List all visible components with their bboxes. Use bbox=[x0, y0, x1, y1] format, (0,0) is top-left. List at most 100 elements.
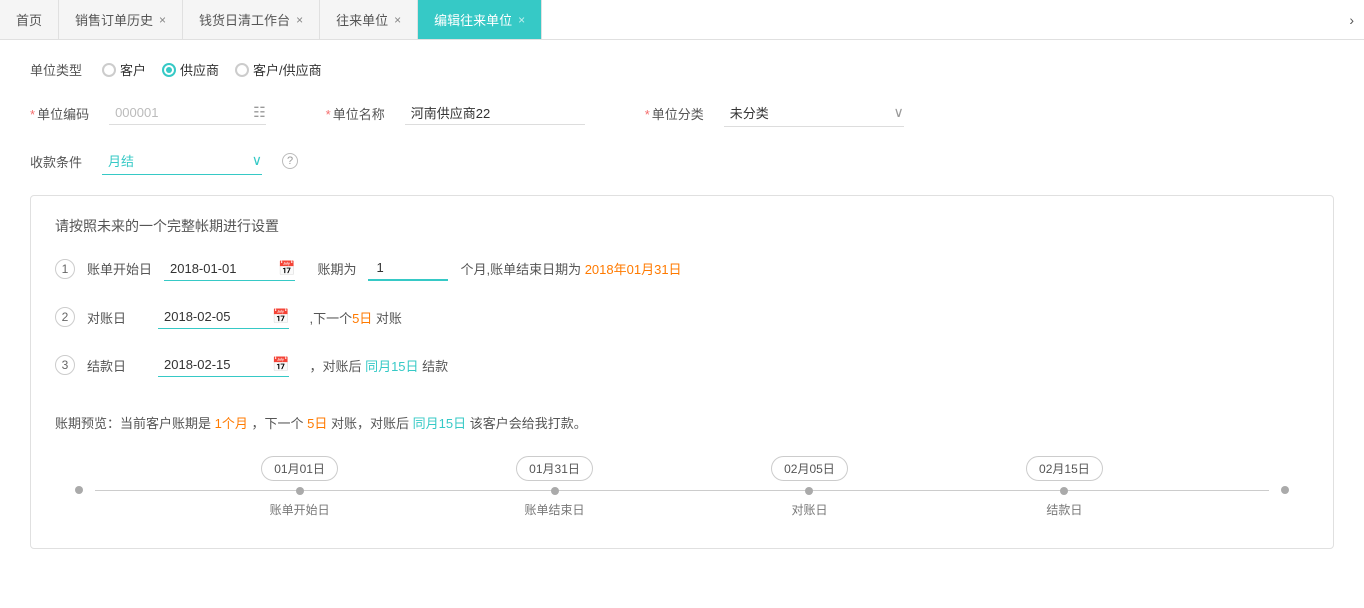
unit-code-copy-icon[interactable]: ☷ bbox=[253, 104, 266, 121]
radio-supplier[interactable]: 供应商 bbox=[162, 60, 219, 79]
payment-condition-value: 月结 bbox=[102, 147, 248, 174]
timeline-point-1: 01月01日 账单开始日 bbox=[261, 456, 338, 518]
step-3-row: 3 结款日 📅 ，对账后 同月15日 结款 bbox=[55, 353, 1309, 377]
unit-type-row: 单位类型 客户 供应商 客户/供应商 bbox=[30, 60, 1334, 79]
preview-highlight3: 同月15日 bbox=[413, 416, 466, 431]
step-2-row: 2 对账日 📅 ,下一个5日 对账 bbox=[55, 305, 1309, 329]
tab-edit-partner-close[interactable]: × bbox=[518, 13, 525, 27]
radio-customer[interactable]: 客户 bbox=[102, 60, 146, 79]
timeline-start-dot bbox=[75, 456, 83, 494]
tab-cash-work-label: 钱货日清工作台 bbox=[199, 10, 290, 29]
tab-sales-history-label: 销售订单历史 bbox=[75, 10, 153, 29]
step-3-calendar-icon[interactable]: 📅 bbox=[272, 356, 289, 373]
step-1-calendar-icon[interactable]: 📅 bbox=[278, 260, 295, 277]
unit-type-label: 单位类型 bbox=[30, 60, 82, 79]
preview-highlight2: 5日 bbox=[307, 416, 327, 431]
timeline-label-4: 结款日 bbox=[1046, 501, 1082, 518]
payment-condition-select[interactable]: 月结 ∨ bbox=[102, 147, 262, 175]
step-3-number: 3 bbox=[55, 355, 75, 375]
unit-code-field: ☷ bbox=[109, 101, 266, 125]
step-2-calendar-icon[interactable]: 📅 bbox=[272, 308, 289, 325]
preview-mid1: ，下一个 bbox=[251, 416, 303, 431]
radio-customer-supplier-label: 客户/供应商 bbox=[253, 60, 322, 79]
step-1-date-field: 📅 bbox=[164, 257, 295, 281]
tab-sales-history[interactable]: 销售订单历史 × bbox=[59, 0, 183, 39]
unit-category-value: 未分类 bbox=[724, 99, 890, 126]
step-2-label: 对账日 bbox=[87, 308, 126, 327]
timeline-start-circle bbox=[75, 486, 83, 494]
tab-partner-unit-label: 往来单位 bbox=[336, 10, 388, 29]
step-2-date-input[interactable] bbox=[158, 305, 268, 328]
tab-edit-partner[interactable]: 编辑往来单位 × bbox=[418, 0, 542, 39]
unit-name-required-star: * bbox=[326, 107, 331, 122]
step-1-desc: 个月,账单结束日期为 2018年01月31日 bbox=[460, 259, 681, 278]
payment-help-icon[interactable]: ? bbox=[282, 153, 298, 169]
step-1-label: 账单开始日 bbox=[87, 259, 152, 278]
timeline-points: 01月01日 账单开始日 01月31日 账单结束日 02月05日 对账日 bbox=[75, 456, 1289, 518]
timeline-end-circle bbox=[1281, 486, 1289, 494]
tab-partner-unit-close[interactable]: × bbox=[394, 13, 401, 27]
preview-highlight1: 1个月 bbox=[215, 416, 248, 431]
payment-condition-label: 收款条件 bbox=[30, 152, 82, 171]
step-1-period-label: 账期为 bbox=[317, 259, 356, 278]
timeline-node-3 bbox=[805, 487, 813, 495]
unit-category-label: *单位分类 bbox=[645, 104, 704, 123]
timeline-label-3: 对账日 bbox=[791, 501, 827, 518]
unit-category-arrow-icon[interactable]: ∨ bbox=[894, 104, 904, 121]
step-1-date-input[interactable] bbox=[164, 257, 274, 280]
period-setting-panel: 请按照未来的一个完整帐期进行设置 1 账单开始日 📅 账期为 个月,账单结束日期… bbox=[30, 195, 1334, 549]
timeline-node-1 bbox=[296, 487, 304, 495]
timeline-badge-3: 02月05日 bbox=[771, 456, 848, 481]
step-3-date-input[interactable] bbox=[158, 353, 268, 376]
step-3-date-field: 📅 bbox=[158, 353, 289, 377]
step-1-number: 1 bbox=[55, 259, 75, 279]
tab-more-arrow[interactable]: › bbox=[1339, 0, 1364, 39]
panel-instruction: 请按照未来的一个完整帐期进行设置 bbox=[55, 216, 1309, 236]
preview-section: 账期预览：当前客户账期是 1个月 ，下一个 5日 对账，对账后 同月15日 该客… bbox=[55, 401, 1309, 456]
timeline-badge-1: 01月01日 bbox=[261, 456, 338, 481]
timeline-end-dot bbox=[1281, 456, 1289, 494]
step-1-end-date: 2018年01月31日 bbox=[585, 262, 682, 277]
unit-type-radio-group: 客户 供应商 客户/供应商 bbox=[102, 60, 322, 79]
unit-code-label: *单位编码 bbox=[30, 104, 89, 123]
step-2-date-field: 📅 bbox=[158, 305, 289, 329]
tab-partner-unit[interactable]: 往来单位 × bbox=[320, 0, 418, 39]
preview-prefix: 账期预览：当前客户账期是 bbox=[55, 416, 215, 431]
step-3-desc: ，对账后 同月15日 结款 bbox=[309, 356, 448, 375]
radio-supplier-circle bbox=[162, 63, 176, 77]
step-2-number: 2 bbox=[55, 307, 75, 327]
step-1-period-field bbox=[368, 256, 448, 281]
step-2-day-highlight: 5日 bbox=[352, 311, 372, 326]
tab-home-label: 首页 bbox=[16, 10, 42, 29]
unit-code-required-star: * bbox=[30, 107, 35, 122]
radio-customer-supplier[interactable]: 客户/供应商 bbox=[235, 60, 322, 79]
unit-category-select[interactable]: 未分类 ∨ bbox=[724, 99, 904, 127]
preview-suffix: 该客户会给我打款。 bbox=[470, 416, 587, 431]
timeline-point-2: 01月31日 账单结束日 bbox=[516, 456, 593, 518]
main-content: 单位类型 客户 供应商 客户/供应商 *单位编码 ☷ *单位名称 bbox=[0, 40, 1364, 608]
step-1-row: 1 账单开始日 📅 账期为 个月,账单结束日期为 2018年01月31日 bbox=[55, 256, 1309, 281]
radio-customer-supplier-circle bbox=[235, 63, 249, 77]
step-2-desc: ,下一个5日 对账 bbox=[309, 308, 401, 327]
unit-name-label: *单位名称 bbox=[326, 104, 385, 123]
step-1-period-input[interactable] bbox=[368, 256, 448, 279]
tab-cash-work-close[interactable]: × bbox=[296, 13, 303, 27]
timeline-node-4 bbox=[1060, 487, 1068, 495]
unit-code-input[interactable] bbox=[109, 101, 249, 124]
preview-mid2: 对账，对账后 bbox=[331, 416, 413, 431]
timeline-badge-4: 02月15日 bbox=[1026, 456, 1103, 481]
timeline-badge-2: 01月31日 bbox=[516, 456, 593, 481]
radio-customer-circle bbox=[102, 63, 116, 77]
tab-sales-history-close[interactable]: × bbox=[159, 13, 166, 27]
tab-edit-partner-label: 编辑往来单位 bbox=[434, 10, 512, 29]
tab-home[interactable]: 首页 bbox=[0, 0, 59, 39]
tab-cash-work[interactable]: 钱货日清工作台 × bbox=[183, 0, 320, 39]
step-3-day-highlight: 同月15日 bbox=[365, 359, 418, 374]
payment-condition-arrow-icon[interactable]: ∨ bbox=[252, 152, 262, 169]
timeline-node-2 bbox=[551, 487, 559, 495]
timeline-point-4: 02月15日 结款日 bbox=[1026, 456, 1103, 518]
unit-name-input[interactable] bbox=[405, 101, 585, 124]
payment-condition-row: 收款条件 月结 ∨ ? bbox=[30, 147, 1334, 175]
radio-supplier-label: 供应商 bbox=[180, 60, 219, 79]
timeline-label-2: 账单结束日 bbox=[525, 501, 585, 518]
